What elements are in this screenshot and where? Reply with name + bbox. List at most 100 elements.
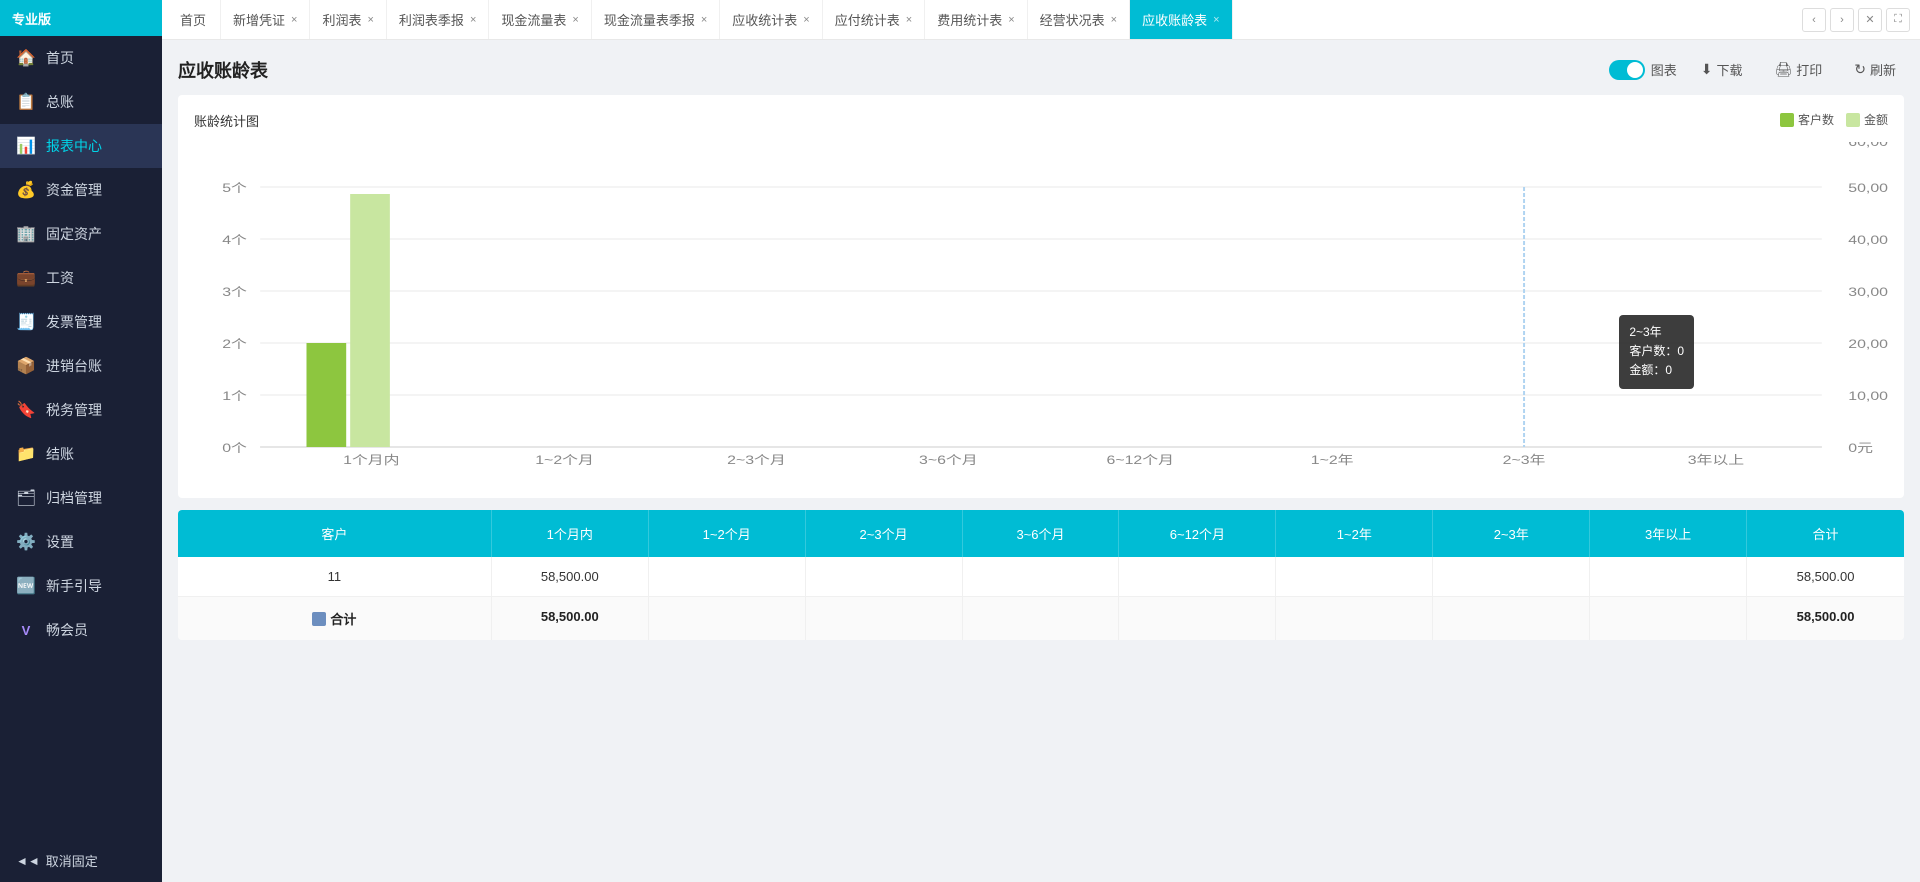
sidebar-item-member[interactable]: V 畅会员 xyxy=(0,608,162,652)
tab-home[interactable]: 首页 xyxy=(166,0,221,40)
chart-legend: 客户数 金额 xyxy=(1780,111,1888,128)
th-customer: 客户 xyxy=(178,510,492,557)
sidebar-item-guide[interactable]: 🆕 新手引导 xyxy=(0,564,162,608)
tab-receivable-aging-close[interactable]: × xyxy=(1213,14,1219,26)
download-icon: ⬇ xyxy=(1701,61,1713,78)
tab-scroll-right[interactable]: › xyxy=(1830,8,1854,32)
td-3-6month-0 xyxy=(963,557,1120,596)
td-1-2month-0 xyxy=(649,557,806,596)
td-2-3month-0 xyxy=(806,557,963,596)
td-2-3year-0 xyxy=(1433,557,1590,596)
tab-profit[interactable]: 利润表 × xyxy=(310,0,386,40)
sidebar-label-tax: 税务管理 xyxy=(46,400,102,420)
sidebar-item-funds[interactable]: 💰 资金管理 xyxy=(0,168,162,212)
tab-cashflow[interactable]: 现金流量表 × xyxy=(489,0,591,40)
sidebar-item-invoice[interactable]: 🧾 发票管理 xyxy=(0,300,162,344)
tab-voucher[interactable]: 新增凭证 × xyxy=(221,0,310,40)
tab-maximize[interactable]: ⛶ xyxy=(1886,8,1910,32)
tab-payable-stat-label: 应付统计表 xyxy=(835,10,900,29)
sidebar-item-closing[interactable]: 📁 结账 xyxy=(0,432,162,476)
archive-icon: 🗂 xyxy=(16,488,36,508)
sidebar-item-ledger[interactable]: 📋 总账 xyxy=(0,80,162,124)
svg-text:6~12个月: 6~12个月 xyxy=(1107,453,1174,467)
sidebar-unpin-button[interactable]: ◄◄ 取消固定 xyxy=(0,839,162,882)
legend-amount: 金额 xyxy=(1846,111,1888,128)
sidebar-item-archive[interactable]: 🗂 归档管理 xyxy=(0,476,162,520)
tab-profit-close[interactable]: × xyxy=(367,14,373,26)
sidebar-item-assets[interactable]: 🏢 固定资产 xyxy=(0,212,162,256)
tab-payable-stat[interactable]: 应付统计表 × xyxy=(823,0,925,40)
sidebar-label-assets: 固定资产 xyxy=(46,224,102,244)
chart-title: 账龄统计图 xyxy=(194,111,1888,130)
tab-cashflow-quarter-label: 现金流量表季报 xyxy=(604,10,695,29)
tab-receivable-aging-label: 应收账龄表 xyxy=(1142,10,1207,29)
tab-expense-stat[interactable]: 费用统计表 × xyxy=(925,0,1027,40)
legend-amount-label: 金额 xyxy=(1864,111,1888,128)
sidebar-bottom-label: 取消固定 xyxy=(46,851,98,870)
tab-cashflow-quarter-close[interactable]: × xyxy=(701,14,707,26)
sidebar-label-reports: 报表中心 xyxy=(46,136,102,156)
unpin-icon: ◄◄ xyxy=(16,854,40,868)
total-label-wrap: 合计 xyxy=(186,609,483,628)
tab-expense-stat-close[interactable]: × xyxy=(1008,14,1014,26)
tab-voucher-close[interactable]: × xyxy=(291,14,297,26)
svg-text:10,000.00元: 10,000.00元 xyxy=(1848,389,1888,403)
chart-toggle[interactable]: 图表 xyxy=(1609,60,1677,80)
tab-close-all[interactable]: ✕ xyxy=(1858,8,1882,32)
refresh-button[interactable]: ↻ 刷新 xyxy=(1846,56,1904,83)
th-1month: 1个月内 xyxy=(492,510,649,557)
tab-cashflow-close[interactable]: × xyxy=(572,14,578,26)
sidebar-item-home[interactable]: 🏠 首页 xyxy=(0,36,162,80)
sidebar-label-sales: 进销台账 xyxy=(46,356,102,376)
sidebar-label-member: 畅会员 xyxy=(46,620,88,640)
total-1month: 58,500.00 xyxy=(492,597,649,640)
sidebar-label-guide: 新手引导 xyxy=(46,576,102,596)
home-icon: 🏠 xyxy=(16,48,36,68)
td-1-2year-0 xyxy=(1276,557,1433,596)
tab-profit-quarter-close[interactable]: × xyxy=(470,14,476,26)
tab-operation-stat-label: 经营状况表 xyxy=(1040,10,1105,29)
chart-svg-wrap: 0个 1个 2个 3个 4个 5个 0元 10,000.00元 20,000.0… xyxy=(194,142,1888,482)
svg-text:0元: 0元 xyxy=(1848,441,1873,455)
download-button[interactable]: ⬇ 下载 xyxy=(1693,56,1751,83)
th-6-12month: 6~12个月 xyxy=(1119,510,1276,557)
svg-text:2~3年: 2~3年 xyxy=(1503,453,1546,467)
guide-icon: 🆕 xyxy=(16,576,36,596)
tab-profit-quarter[interactable]: 利润表季报 × xyxy=(387,0,489,40)
total-1-2year xyxy=(1276,597,1433,640)
tab-receivable-stat-close[interactable]: × xyxy=(803,14,809,26)
invoice-icon: 🧾 xyxy=(16,312,36,332)
sidebar-label-salary: 工资 xyxy=(46,268,74,288)
th-3-6month: 3~6个月 xyxy=(963,510,1120,557)
total-3-6month xyxy=(963,597,1120,640)
total-2-3month xyxy=(806,597,963,640)
tab-receivable-stat[interactable]: 应收统计表 × xyxy=(720,0,822,40)
sidebar-item-reports[interactable]: 📊 报表中心 xyxy=(0,124,162,168)
tab-scroll-left[interactable]: ‹ xyxy=(1802,8,1826,32)
svg-text:40,000.00元: 40,000.00元 xyxy=(1848,233,1888,247)
tab-payable-stat-close[interactable]: × xyxy=(906,14,912,26)
toggle-track[interactable] xyxy=(1609,60,1645,80)
sidebar-item-salary[interactable]: 💼 工资 xyxy=(0,256,162,300)
print-label: 打印 xyxy=(1796,60,1822,79)
th-3year-plus: 3年以上 xyxy=(1590,510,1747,557)
table-row: 11 58,500.00 58,500.00 xyxy=(178,557,1904,597)
data-table: 客户 1个月内 1~2个月 2~3个月 3~6个月 6~12个月 1~2年 2~… xyxy=(178,510,1904,640)
svg-text:0个: 0个 xyxy=(222,441,247,455)
tab-cashflow-quarter[interactable]: 现金流量表季报 × xyxy=(592,0,720,40)
sidebar-logo: 专业版 xyxy=(0,0,162,36)
settings-icon: ⚙️ xyxy=(16,532,36,552)
sidebar-item-sales[interactable]: 📦 进销台账 xyxy=(0,344,162,388)
print-button[interactable]: 🖨 打印 xyxy=(1766,56,1830,83)
svg-text:60,000.00元: 60,000.00元 xyxy=(1848,142,1888,149)
sales-icon: 📦 xyxy=(16,356,36,376)
sidebar-item-tax[interactable]: 🔖 税务管理 xyxy=(0,388,162,432)
toggle-label: 图表 xyxy=(1651,60,1677,79)
tab-home-label: 首页 xyxy=(180,10,206,29)
svg-text:1个: 1个 xyxy=(222,389,247,403)
tab-operation-stat[interactable]: 经营状况表 × xyxy=(1028,0,1130,40)
content-area: 应收账龄表 图表 ⬇ 下载 🖨 打印 ↻ 刷新 xyxy=(162,40,1920,882)
tab-operation-stat-close[interactable]: × xyxy=(1111,14,1117,26)
sidebar-item-settings[interactable]: ⚙️ 设置 xyxy=(0,520,162,564)
tab-receivable-aging[interactable]: 应收账龄表 × xyxy=(1130,0,1232,40)
